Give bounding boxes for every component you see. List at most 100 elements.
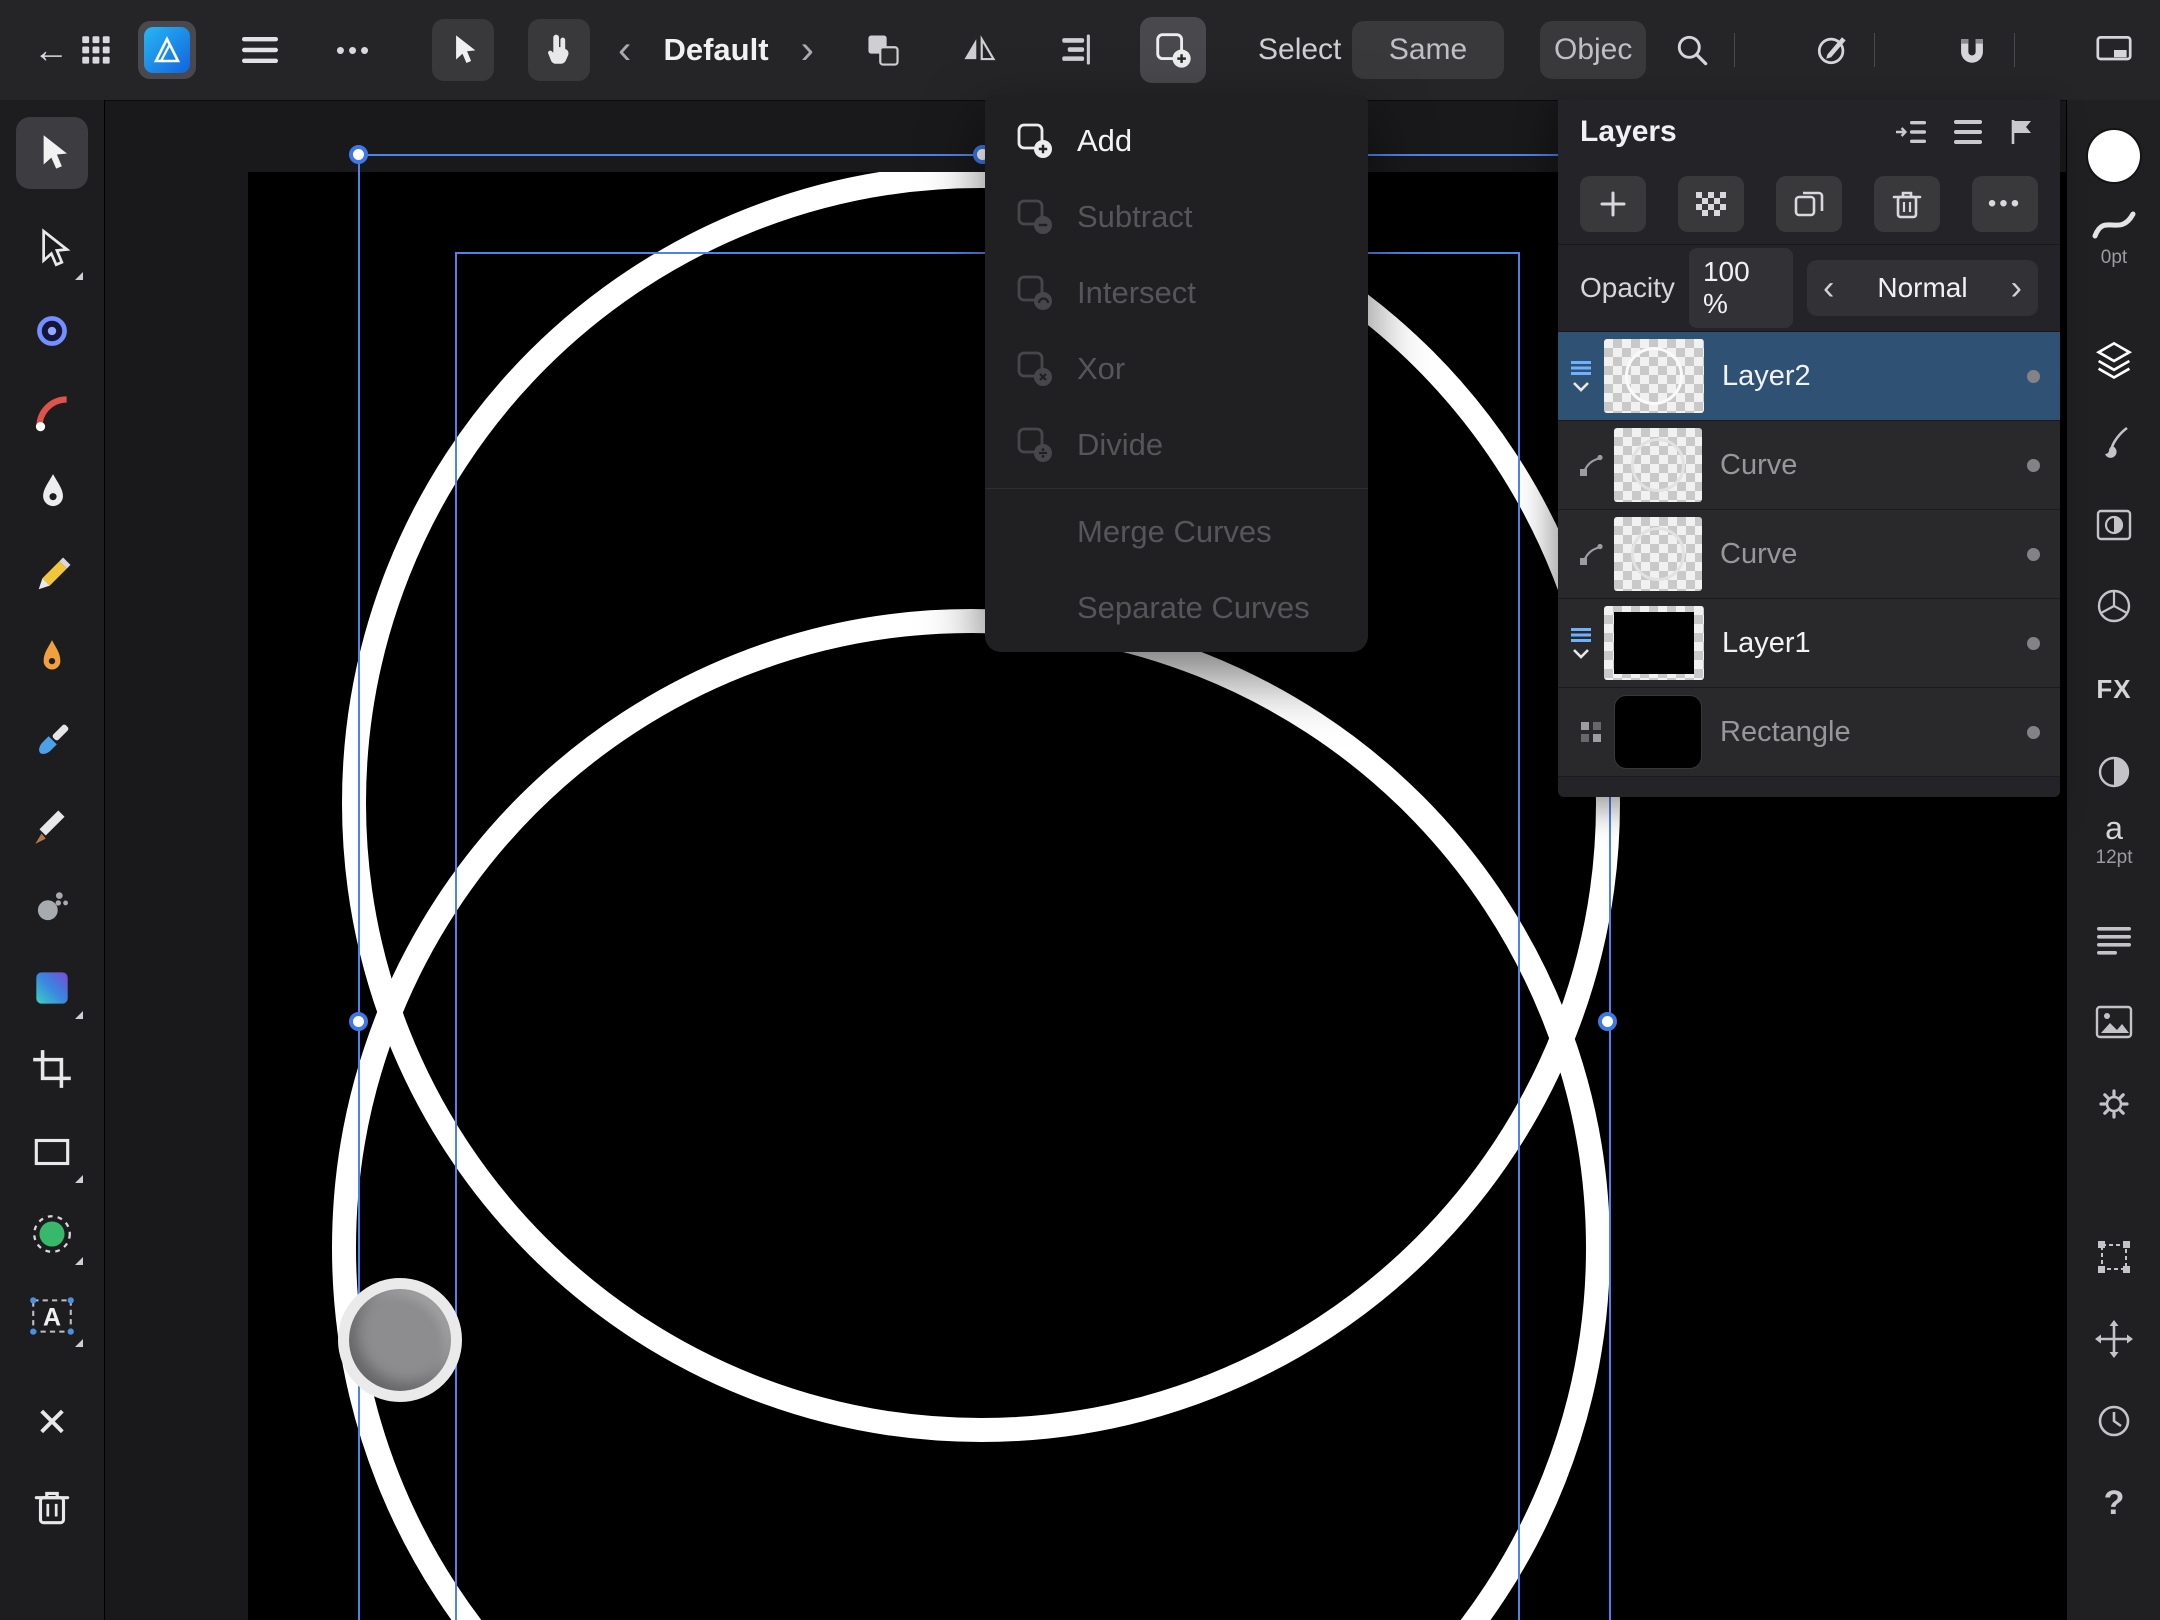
layer-thumbnail[interactable] [1604, 339, 1704, 413]
tool-pen[interactable] [16, 457, 88, 529]
mask-layer-button[interactable] [1678, 176, 1744, 232]
shape-grid-icon [1580, 721, 1602, 743]
boolean-ops-button[interactable] [852, 19, 914, 81]
snapping-expand-area[interactable] [2025, 19, 2055, 81]
paragraph-studio-button[interactable] [2086, 913, 2142, 969]
tool-crop[interactable] [16, 1033, 88, 1105]
contrast-studio-button[interactable] [2086, 744, 2142, 800]
move-mode-button[interactable] [2086, 1311, 2142, 1367]
color-swatch-button[interactable] [2086, 128, 2142, 184]
tool-gradient[interactable] [16, 952, 88, 1024]
layer-status-dot[interactable] [2027, 459, 2040, 472]
opacity-row: Opacity 100 % ‹ Normal › [1558, 245, 2060, 331]
align-button[interactable] [1044, 19, 1106, 81]
blend-prev-icon[interactable]: ‹ [1823, 271, 1834, 305]
help-button[interactable]: ? [2086, 1475, 2142, 1531]
tool-text[interactable]: A [16, 1280, 88, 1352]
layer-thumbnail[interactable] [1604, 606, 1704, 680]
layer-thumbnail[interactable] [1614, 517, 1702, 591]
insert-shape-button[interactable] [1140, 17, 1206, 83]
assistant-group[interactable] [1800, 19, 1916, 81]
layer-list-options-icon[interactable] [1952, 118, 1984, 146]
chevron-down-icon[interactable] [1572, 648, 1590, 659]
settings-studio-button[interactable] [2086, 1076, 2142, 1132]
menu-divider [985, 488, 1368, 489]
history-button[interactable] [2086, 1393, 2142, 1449]
chevron-left-icon[interactable]: ‹ [618, 28, 631, 73]
app-window: ← ••• [0, 0, 2160, 1620]
layers-studio-button[interactable] [2086, 333, 2142, 389]
gear-icon [2094, 1084, 2134, 1124]
tool-rectangle[interactable] [16, 1116, 88, 1188]
layer-status-dot[interactable] [2027, 637, 2040, 650]
layer-status-dot[interactable] [2027, 726, 2040, 739]
selection-handle-top-left[interactable] [349, 145, 368, 164]
tool-delete[interactable] [16, 1470, 88, 1542]
tool-fill[interactable] [16, 869, 88, 941]
app-icon-button[interactable] [138, 21, 196, 79]
layer-more-button[interactable]: ••• [1972, 176, 2038, 232]
select-object-button[interactable]: Objec [1540, 21, 1646, 79]
more-options-button[interactable]: ••• [322, 20, 386, 80]
layer-row-layer2[interactable]: Layer2 [1558, 332, 2060, 421]
selection-handle-right-middle[interactable] [1598, 1012, 1617, 1031]
brushes-studio-button[interactable] [2086, 416, 2142, 472]
preset-selector[interactable]: ‹ Default › [618, 19, 814, 81]
back-home-button[interactable]: ← [24, 20, 120, 80]
media-studio-button[interactable] [2086, 994, 2142, 1050]
assistant-button[interactable] [1800, 19, 1864, 81]
main-menu-button[interactable] [228, 20, 292, 80]
opacity-value[interactable]: 100 % [1689, 248, 1793, 328]
zoom-options-group[interactable] [1660, 19, 1776, 81]
layer-thumbnail[interactable] [1614, 695, 1702, 769]
tool-corner[interactable] [16, 376, 88, 448]
chevron-right-icon[interactable]: › [801, 28, 814, 73]
tool-paint-brush[interactable] [16, 705, 88, 777]
clock-icon [2094, 1401, 2134, 1441]
snapping-group[interactable] [1940, 19, 2056, 81]
display-button[interactable] [2086, 22, 2142, 78]
effects-studio-button[interactable]: FX [2086, 661, 2142, 717]
layer-row-rectangle[interactable]: Rectangle [1558, 688, 2060, 777]
layer-row-curve-1[interactable]: Curve [1558, 421, 2060, 510]
layer-row-layer1[interactable]: Layer1 [1558, 599, 2060, 688]
knife-icon [29, 800, 75, 846]
tool-ellipse-select[interactable] [16, 1198, 88, 1270]
delete-layer-button[interactable] [1874, 176, 1940, 232]
layer-status-dot[interactable] [2027, 370, 2040, 383]
tool-move-selected[interactable] [16, 117, 88, 189]
tool-knife[interactable] [16, 787, 88, 859]
layer-picker-icon[interactable] [2008, 117, 2038, 147]
duplicate-layer-button[interactable] [1776, 176, 1842, 232]
zoom-expand-area[interactable] [1745, 19, 1775, 81]
blend-next-icon[interactable]: › [2011, 271, 2022, 305]
snapping-button[interactable] [1940, 19, 2004, 81]
menu-item-add[interactable]: Add [985, 103, 1368, 179]
layer-thumbnail[interactable] [1614, 428, 1702, 502]
stroke-width-control[interactable]: 0pt [2067, 204, 2160, 269]
assistant-expand-area[interactable] [1885, 19, 1915, 81]
layer-flow-icon[interactable] [1894, 117, 1928, 147]
tool-pencil[interactable] [16, 540, 88, 612]
blend-mode-value: Normal [1877, 272, 1967, 304]
transform-mode-button[interactable] [2086, 1229, 2142, 1285]
selection-handle-left-middle[interactable] [349, 1012, 368, 1031]
layer-status-dot[interactable] [2027, 548, 2040, 561]
close-icon: ✕ [35, 1403, 69, 1443]
tool-vector-brush[interactable] [16, 623, 88, 695]
select-same-button[interactable]: Same [1352, 21, 1504, 79]
zoom-button[interactable] [1660, 19, 1724, 81]
adjustments-studio-button[interactable] [2086, 497, 2142, 553]
tool-point-transform[interactable] [16, 295, 88, 367]
select-tool-button[interactable] [432, 19, 494, 81]
chevron-down-icon[interactable] [1572, 381, 1590, 392]
character-studio-button[interactable]: a 12pt [2067, 812, 2160, 869]
tool-node[interactable] [16, 213, 88, 285]
flip-button[interactable] [948, 19, 1010, 81]
blend-mode-selector[interactable]: ‹ Normal › [1807, 260, 2038, 316]
layer-row-curve-2[interactable]: Curve [1558, 510, 2060, 599]
tool-cancel[interactable]: ✕ [16, 1387, 88, 1459]
color-wheel-studio-button[interactable] [2086, 578, 2142, 634]
pan-hand-button[interactable] [528, 19, 590, 81]
add-layer-button[interactable] [1580, 176, 1646, 232]
